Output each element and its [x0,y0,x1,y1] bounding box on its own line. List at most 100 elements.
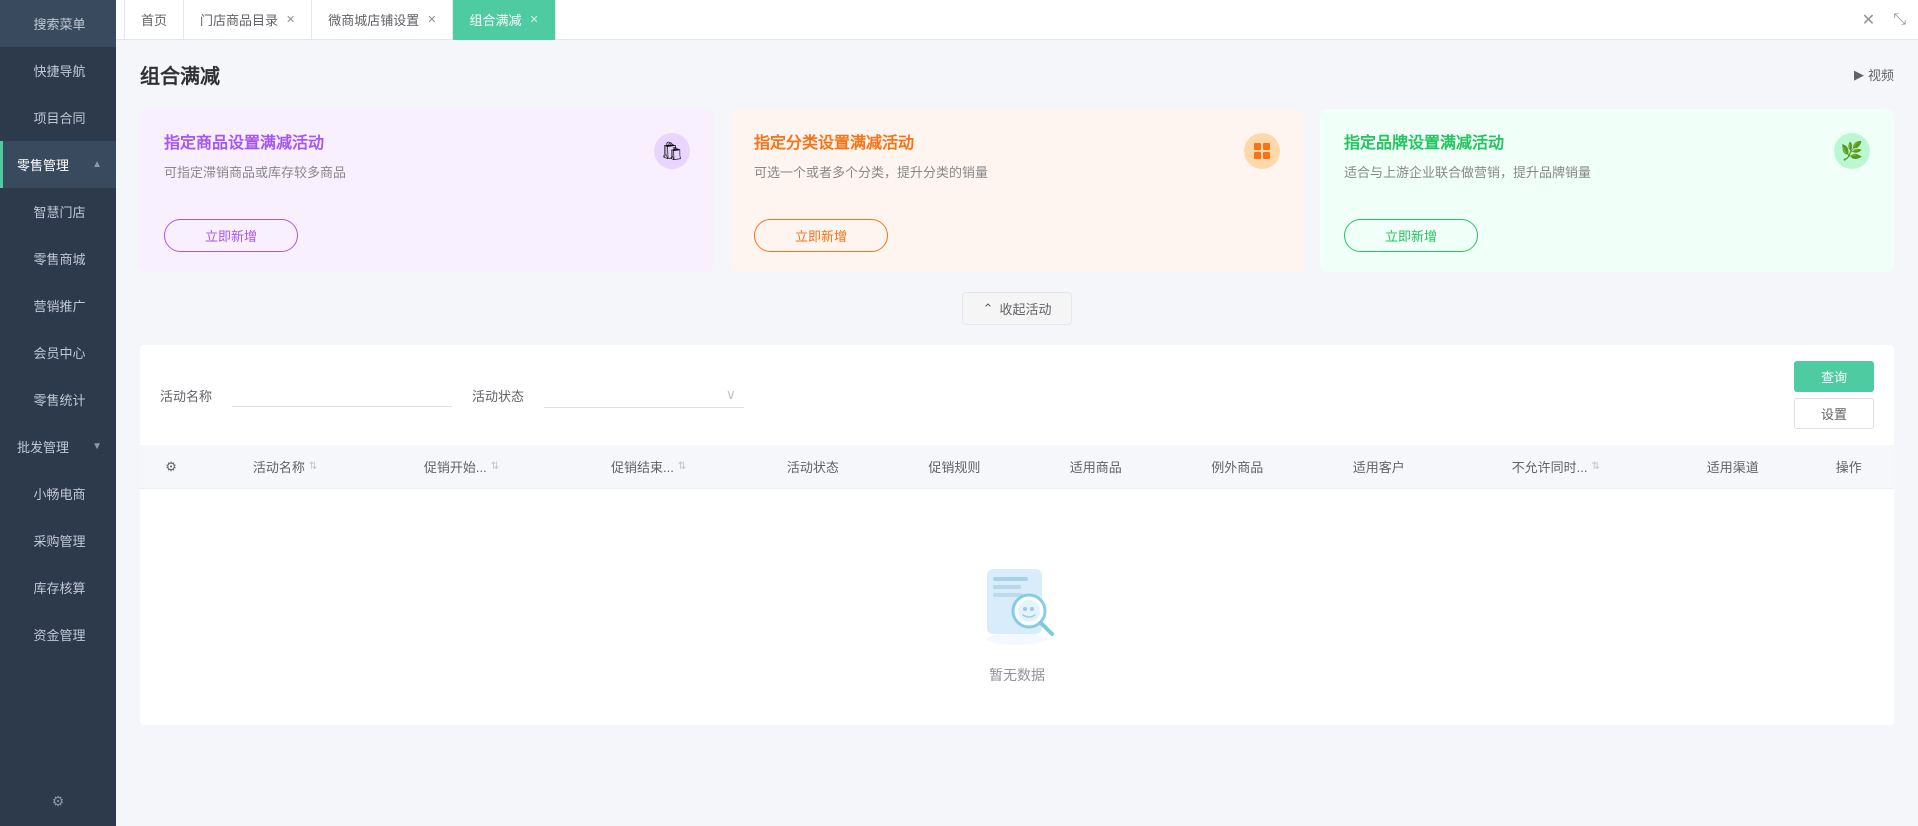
empty-state: 暂无数据 [140,489,1894,725]
sidebar-item-label: 零售商城 [33,249,85,268]
sidebar-item-retail-stats[interactable]: 零售统计 [0,376,116,423]
sidebar-item-label: 批发管理 [17,437,69,456]
sidebar-item-label: 资金管理 [33,625,85,644]
th-activity-name[interactable]: 活动名称 ⇅ [202,445,368,489]
sidebar-item-label: 小畅电商 [33,484,85,503]
th-promo-end[interactable]: 促销结束... ⇅ [555,445,742,489]
sort-icon: ⇅ [678,461,686,472]
sidebar-item-retail-mall[interactable]: 零售商城 [0,235,116,282]
tab-store-catalog[interactable]: 门店商品目录 ✕ [184,0,312,40]
video-link-label: 视频 [1868,65,1894,84]
collapse-activities-button[interactable]: ⌃ 收起活动 [962,292,1073,325]
sidebar-item-label: 会员中心 [33,343,85,362]
data-table-wrap: ⚙ 活动名称 ⇅ 促销开始... [140,445,1894,725]
sidebar-item-fund-mgmt[interactable]: 资金管理 [0,611,116,658]
brand-card-title: 指定品牌设置满减活动 [1344,129,1870,153]
tab-store-catalog-close[interactable]: ✕ [286,13,295,26]
goods-card-title: 指定商品设置满减活动 [164,129,690,153]
sidebar-item-label: 库存核算 [33,578,85,597]
tab-bar: 首页 门店商品目录 ✕ 微商城店铺设置 ✕ 组合满减 ✕ ✕ ⤡ [116,0,1918,40]
tab-combo-discount-close[interactable]: ✕ [530,13,539,26]
tab-wechat-shop-label: 微商城店铺设置 [328,10,419,29]
sidebar-item-inventory-calc[interactable]: 库存核算 [0,564,116,611]
th-no-concurrent-label: 不允许同时... [1512,457,1588,476]
filter-actions: 查询 设置 [1794,361,1874,429]
sidebar-item-xiao-ecommerce[interactable]: 小畅电商 [0,470,116,517]
sidebar-item-search-menu[interactable]: 搜索菜单 [0,0,116,47]
sidebar-item-label: 采购管理 [33,531,85,550]
empty-icon [967,549,1067,649]
tab-store-catalog-label: 门店商品目录 [200,10,278,29]
play-circle-icon: ▶ [1854,67,1864,83]
sidebar-item-label: 搜索菜单 [33,14,85,33]
sidebar-item-retail-mgmt[interactable]: 零售管理 ▲ [0,141,116,188]
category-card-title: 指定分类设置满减活动 [754,129,1280,153]
empty-state-text: 暂无数据 [989,665,1045,685]
tab-wechat-shop-close[interactable]: ✕ [427,13,436,26]
th-except-goods: 例外商品 [1167,445,1308,489]
sidebar-item-purchase-mgmt[interactable]: 采购管理 [0,517,116,564]
window-controls: ✕ ⤡ [1858,6,1910,34]
sidebar-item-wholesale-mgmt[interactable]: 批发管理 ▼ [0,423,116,470]
window-maximize-button[interactable]: ⤡ [1889,7,1910,33]
window-close-button[interactable]: ✕ [1858,6,1879,34]
activity-cards: 指定商品设置满减活动 🛍 可指定滞销商品或库存较多商品 立即新增 指定分类设置满… [140,109,1894,272]
category-card-desc: 可选一个或者多个分类，提升分类的销量 [754,163,1280,199]
th-operation-label: 操作 [1836,460,1862,475]
brand-card-desc: 适合与上游企业联合做营销，提升品牌销量 [1344,163,1870,199]
sidebar-item-label: 零售管理 [17,155,69,174]
th-promo-end-label: 促销结束... [611,457,674,476]
sort-icon: ⇅ [309,461,317,472]
th-except-goods-label: 例外商品 [1211,460,1263,475]
th-settings[interactable]: ⚙ [140,445,202,489]
video-link[interactable]: ▶ 视频 [1854,65,1894,84]
goods-card-add-button[interactable]: 立即新增 [164,219,298,252]
th-applicable-goods-label: 适用商品 [1070,460,1122,475]
tab-combo-discount[interactable]: 组合满减 ✕ [453,0,555,40]
th-applicable-customer: 适用客户 [1308,445,1449,489]
sidebar-item-quick-nav[interactable]: 快捷导航 [0,47,116,94]
svg-text:🛍: 🛍 [661,141,684,161]
sidebar-item-marketing[interactable]: 营销推广 [0,282,116,329]
th-no-concurrent[interactable]: 不允许同时... ⇅ [1449,445,1662,489]
chevron-up-icon: ▲ [92,159,102,170]
activity-status-select[interactable]: ∨ [544,382,744,408]
th-promo-rule: 促销规则 [884,445,1025,489]
setting-button[interactable]: 设置 [1794,398,1874,429]
th-activity-status: 活动状态 [742,445,883,489]
page-content: 组合满减 ▶ 视频 指定商品设置满减活动 🛍 可指定滞销商品或库存较多商品 立即… [116,40,1918,826]
svg-text:🌿: 🌿 [1841,140,1863,161]
brand-card-add-button[interactable]: 立即新增 [1344,219,1478,252]
tab-home[interactable]: 首页 [124,0,184,40]
goods-card-icon: 🛍 [654,133,690,176]
tab-home-label: 首页 [141,10,167,29]
th-applicable-channel: 适用渠道 [1662,445,1803,489]
tab-wechat-shop[interactable]: 微商城店铺设置 ✕ [312,0,453,40]
sidebar-item-project-contract[interactable]: 项目合同 [0,94,116,141]
th-promo-rule-label: 促销规则 [928,460,980,475]
sidebar-item-member-center[interactable]: 会员中心 [0,329,116,376]
filter-row: 活动名称 活动状态 ∨ 查询 设置 [140,345,1894,445]
activity-name-input[interactable] [232,383,452,407]
page-title: 组合满减 [140,60,220,89]
th-operation: 操作 [1804,445,1894,489]
sidebar: 搜索菜单 快捷导航 项目合同 零售管理 ▲ 智慧门店 零售商城 营销推广 会员中… [0,0,116,826]
th-applicable-customer-label: 适用客户 [1353,460,1405,475]
th-activity-name-label: 活动名称 [253,457,305,476]
filter-and-table: 活动名称 活动状态 ∨ 查询 设置 ⚙ [140,345,1894,725]
goods-activity-card: 指定商品设置满减活动 🛍 可指定滞销商品或库存较多商品 立即新增 [140,109,714,272]
chevron-down-icon: ▼ [92,441,102,452]
sidebar-item-smart-store[interactable]: 智慧门店 [0,188,116,235]
sidebar-item-label: 零售统计 [33,390,85,409]
th-promo-start[interactable]: 促销开始... ⇅ [368,445,555,489]
activity-name-filter-label: 活动名称 [160,386,212,405]
data-table: ⚙ 活动名称 ⇅ 促销开始... [140,445,1894,489]
collapse-btn-label: 收起活动 [999,299,1051,318]
chevron-down-icon: ∨ [726,386,736,403]
category-card-add-button[interactable]: 立即新增 [754,219,888,252]
query-button[interactable]: 查询 [1794,361,1874,392]
sidebar-item-label: 项目合同 [33,108,85,127]
page-header: 组合满减 ▶ 视频 [140,60,1894,89]
column-settings-icon: ⚙ [165,459,177,474]
settings-gear-button[interactable]: ⚙ [0,777,116,826]
